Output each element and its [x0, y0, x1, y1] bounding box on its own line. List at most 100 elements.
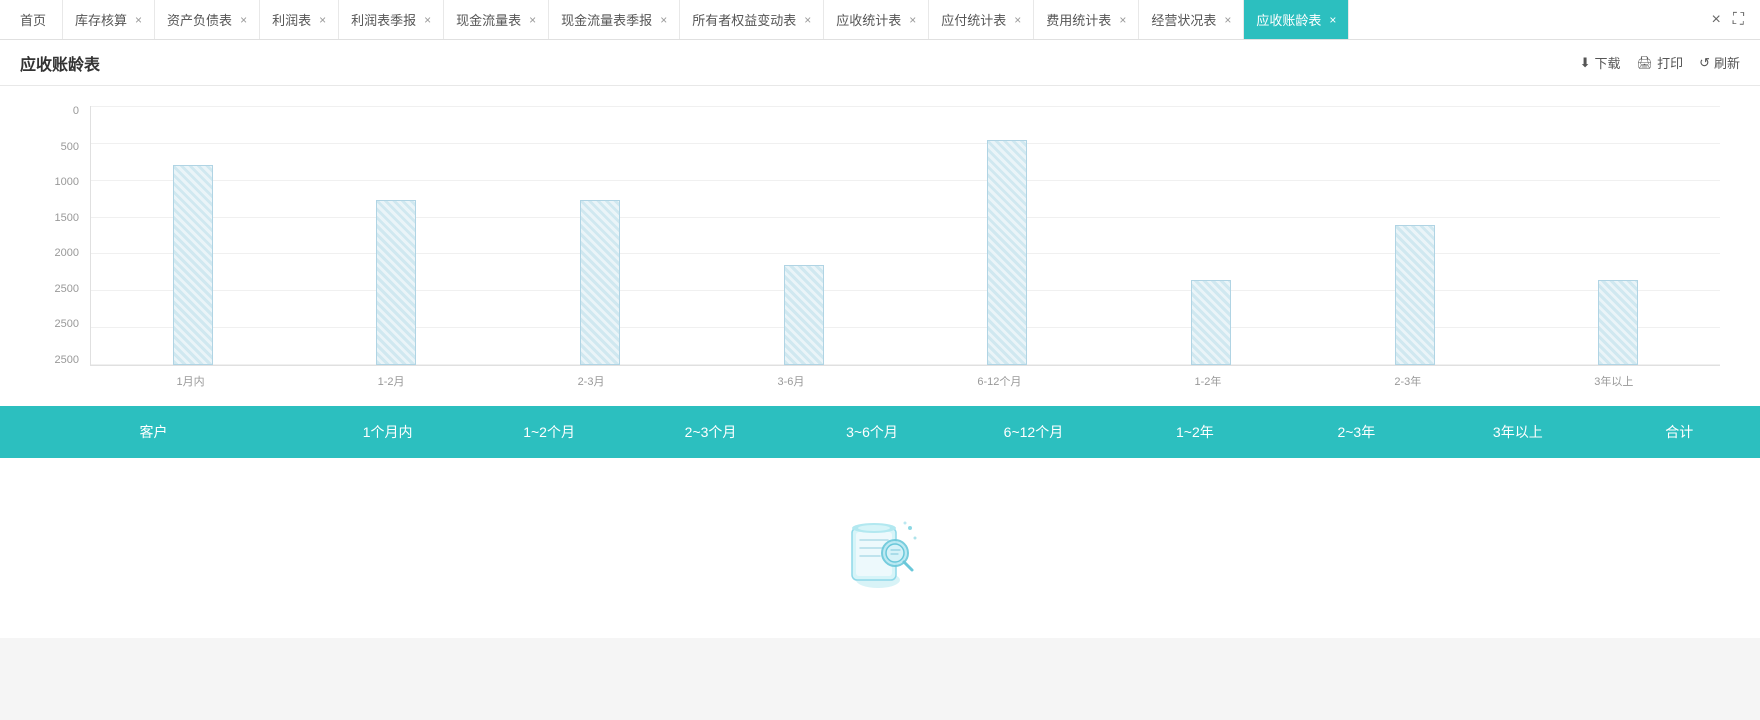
bar-1-2y [1191, 280, 1231, 365]
tab-profit[interactable]: 利润表 × [260, 0, 339, 40]
tab-profit-label: 利润表 [272, 10, 311, 29]
bar-group-6-12m [987, 140, 1027, 365]
download-button[interactable]: ⬇ 下载 [1580, 53, 1621, 72]
bar-group-1-2m [376, 200, 416, 365]
x-label-6-12m: 6-12个月 [977, 373, 1021, 389]
tab-ar-stats-close[interactable]: × [909, 13, 916, 27]
bar-3y-plus [1598, 280, 1638, 365]
x-label-2-3y: 2-3年 [1394, 373, 1421, 389]
refresh-button[interactable]: ↺ 刷新 [1699, 53, 1740, 72]
th-1m: 1个月内 [307, 422, 468, 442]
window-close-button[interactable]: × [1707, 7, 1724, 33]
print-button[interactable]: 🖨 打印 [1637, 53, 1684, 72]
bar-2-3m [580, 200, 620, 365]
tab-expense-stats-label: 费用统计表 [1046, 10, 1111, 29]
tab-expense-stats[interactable]: 费用统计表 × [1034, 0, 1139, 40]
tab-balance-label: 资产负债表 [167, 10, 232, 29]
tab-ap-stats-label: 应付统计表 [941, 10, 1006, 29]
tab-ar-aging[interactable]: 应收账龄表 × [1244, 0, 1349, 40]
y-label-1: 2500 [55, 319, 79, 330]
x-label-3y-plus: 3年以上 [1594, 373, 1633, 389]
grid-line-0 [91, 364, 1720, 365]
tab-ap-stats[interactable]: 应付统计表 × [929, 0, 1034, 40]
tab-ar-stats-label: 应收统计表 [836, 10, 901, 29]
tab-ar-aging-label: 应收账龄表 [1256, 10, 1321, 29]
y-label-4: 1500 [55, 213, 79, 224]
tab-cashflow-close[interactable]: × [529, 13, 536, 27]
print-icon: 🖨 [1637, 55, 1654, 71]
y-label-6: 500 [61, 142, 79, 153]
th-6-12m: 6~12个月 [953, 422, 1114, 442]
tab-inventory-label: 库存核算 [75, 10, 127, 29]
tab-expense-stats-close[interactable]: × [1119, 13, 1126, 27]
table-header: 客户 1个月内 1~2个月 2~3个月 3~6个月 6~12个月 1~2年 2~… [0, 406, 1760, 458]
bar-1m [173, 165, 213, 365]
tab-ap-stats-close[interactable]: × [1014, 13, 1021, 27]
bar-1-2m [376, 200, 416, 365]
tab-balance-close[interactable]: × [240, 13, 247, 27]
grid-line-4 [91, 217, 1720, 218]
bar-6-12m [987, 140, 1027, 365]
page-header: 应收账龄表 ⬇ 下载 🖨 打印 ↺ 刷新 [0, 40, 1760, 86]
empty-state-svg [830, 498, 930, 598]
th-1-2y: 1~2年 [1114, 422, 1275, 442]
bar-group-3-6m [784, 265, 824, 365]
bar-3-6m [784, 265, 824, 365]
tab-home[interactable]: 首页 [4, 0, 63, 40]
grid-line-7 [91, 106, 1720, 107]
empty-icon [830, 498, 930, 598]
x-label-1-2m: 1-2月 [378, 373, 405, 389]
tab-ar-stats[interactable]: 应收统计表 × [824, 0, 929, 40]
bar-group-3y-plus [1598, 280, 1638, 365]
th-customer: 客户 [0, 422, 307, 442]
tab-cashflow-quarterly-label: 现金流量表季报 [561, 10, 652, 29]
y-label-0: 2500 [55, 355, 79, 366]
tab-cashflow-label: 现金流量表 [456, 10, 521, 29]
bar-group-2-3m [580, 200, 620, 365]
empty-state [0, 458, 1760, 638]
header-actions: ⬇ 下载 🖨 打印 ↺ 刷新 [1580, 53, 1740, 72]
x-label-1m: 1月内 [177, 373, 205, 389]
tab-equity-label: 所有者权益变动表 [692, 10, 796, 29]
th-3-6m: 3~6个月 [791, 422, 952, 442]
tab-bar: 首页 库存核算 × 资产负债表 × 利润表 × 利润表季报 × 现金流量表 × … [0, 0, 1760, 40]
tab-business-status-close[interactable]: × [1224, 13, 1231, 27]
tab-balance[interactable]: 资产负债表 × [155, 0, 260, 40]
x-label-1-2y: 1-2年 [1194, 373, 1221, 389]
tab-cashflow-quarterly-close[interactable]: × [660, 13, 667, 27]
th-total: 合计 [1599, 422, 1760, 442]
grid-line-5 [91, 180, 1720, 181]
tab-equity-close[interactable]: × [804, 13, 811, 27]
bar-group-1m [173, 165, 213, 365]
chart-area: 2500 2500 2500 2000 1500 1000 500 0 [0, 86, 1760, 406]
y-label-7: 0 [73, 106, 79, 117]
th-1-2m: 1~2个月 [468, 422, 629, 442]
print-label: 打印 [1657, 53, 1683, 72]
tab-cashflow-quarterly[interactable]: 现金流量表季报 × [549, 0, 680, 40]
window-maximize-button[interactable]: ⛶ [1729, 7, 1748, 33]
th-2-3m: 2~3个月 [630, 422, 791, 442]
tab-ar-aging-close[interactable]: × [1329, 13, 1336, 27]
x-labels: 1月内 1-2月 2-3月 3-6月 6-12个月 1-2年 2-3年 3年以上 [90, 366, 1720, 396]
tab-bar-actions: × ⛶ [1707, 7, 1756, 33]
download-icon: ⬇ [1580, 55, 1591, 71]
bar-group-2-3y [1395, 225, 1435, 365]
x-label-3-6m: 3-6月 [777, 373, 804, 389]
refresh-icon: ↺ [1699, 55, 1710, 71]
tab-profit-quarterly-label: 利润表季报 [351, 10, 416, 29]
download-label: 下载 [1595, 53, 1621, 72]
tab-profit-quarterly[interactable]: 利润表季报 × [339, 0, 444, 40]
tab-cashflow[interactable]: 现金流量表 × [444, 0, 549, 40]
tab-inventory[interactable]: 库存核算 × [63, 0, 155, 40]
tab-equity[interactable]: 所有者权益变动表 × [680, 0, 824, 40]
chart-inner [90, 106, 1720, 366]
y-label-3: 2000 [55, 248, 79, 259]
tab-inventory-close[interactable]: × [135, 13, 142, 27]
grid-line-1 [91, 327, 1720, 328]
tab-business-status[interactable]: 经营状况表 × [1139, 0, 1244, 40]
tab-profit-quarterly-close[interactable]: × [424, 13, 431, 27]
tab-profit-close[interactable]: × [319, 13, 326, 27]
grid-line-6 [91, 143, 1720, 144]
th-3y-plus: 3年以上 [1437, 422, 1598, 442]
refresh-label: 刷新 [1714, 53, 1740, 72]
